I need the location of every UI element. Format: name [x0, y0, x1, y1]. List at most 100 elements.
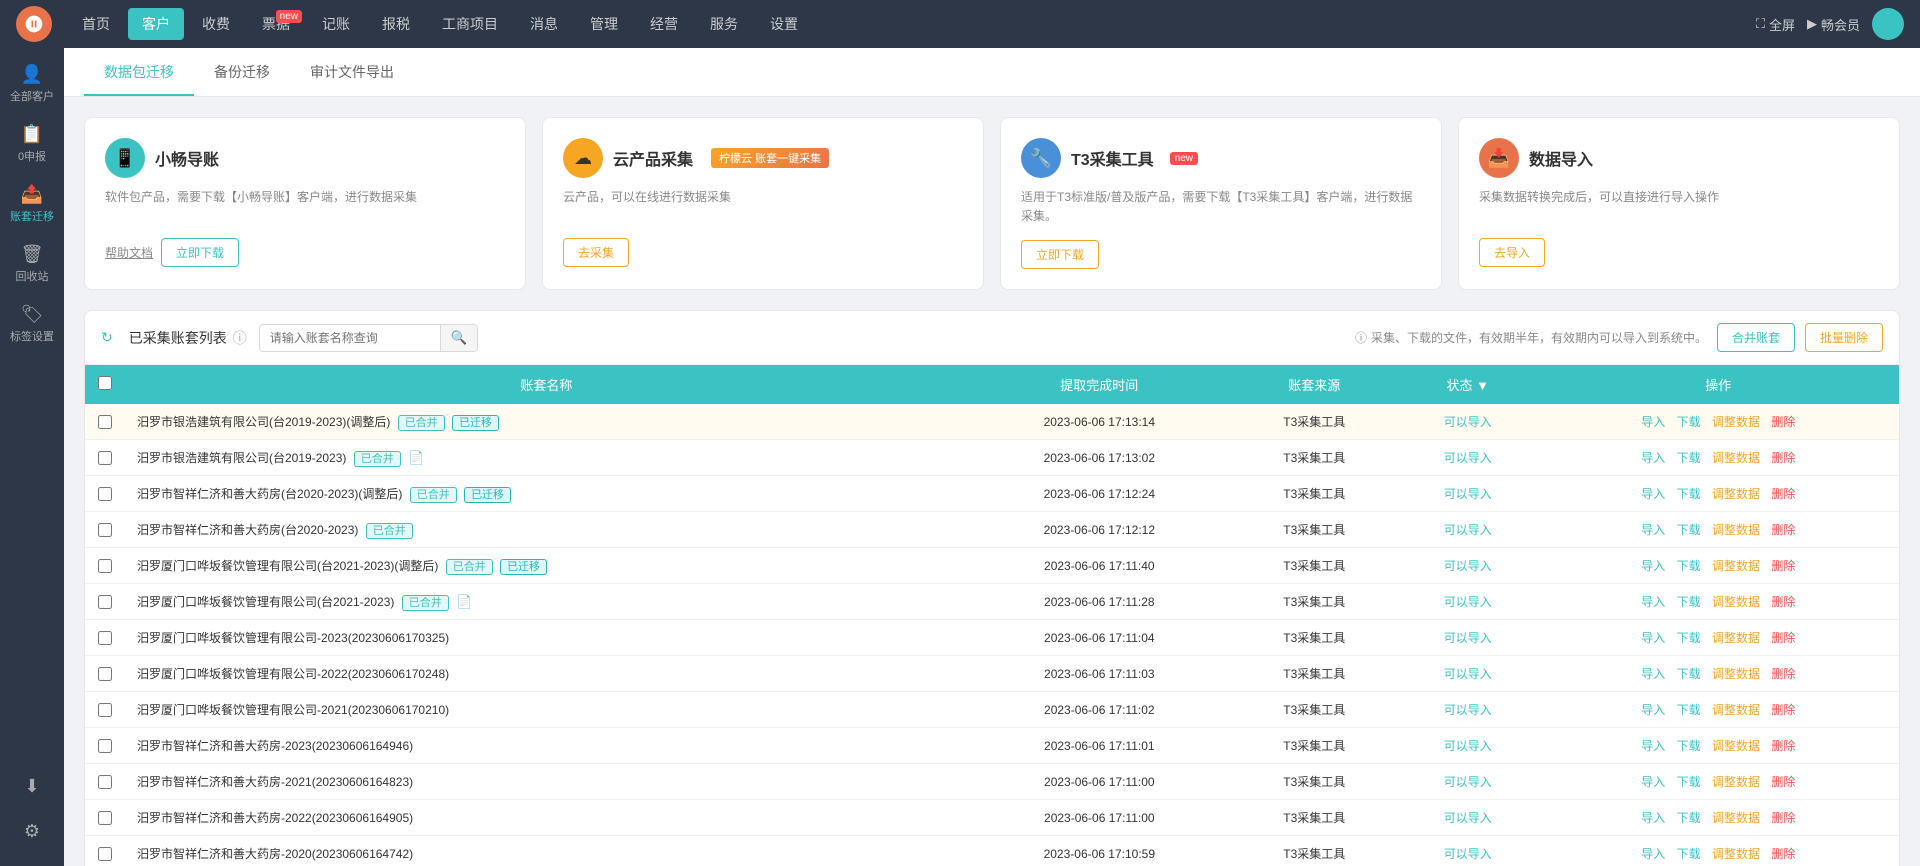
sidebar-item-all-customers[interactable]: 👤 全部客户 — [4, 56, 60, 112]
sidebar-item-zero-report[interactable]: 📋 0申报 — [4, 116, 60, 172]
cloud-collect-button[interactable]: 去采集 — [563, 238, 629, 267]
batch-delete-button[interactable]: 批量删除 — [1805, 323, 1883, 352]
xiaochange-download-button[interactable]: 立即下载 — [161, 238, 239, 267]
row-checkbox[interactable] — [98, 703, 112, 717]
xiaochange-help-link[interactable]: 帮助文档 — [105, 244, 153, 261]
row-import-link[interactable]: 导入 — [1641, 739, 1665, 753]
select-all-header[interactable] — [85, 365, 125, 404]
row-delete-link[interactable]: 删除 — [1771, 631, 1795, 645]
nav-message[interactable]: 消息 — [516, 8, 572, 40]
row-adjust-link[interactable]: 调整数据 — [1712, 595, 1760, 609]
row-checkbox[interactable] — [98, 631, 112, 645]
row-download-link[interactable]: 下载 — [1677, 451, 1701, 465]
row-import-link[interactable]: 导入 — [1641, 451, 1665, 465]
tab-backup-migration[interactable]: 备份迁移 — [194, 48, 290, 96]
row-import-link[interactable]: 导入 — [1641, 559, 1665, 573]
row-import-link[interactable]: 导入 — [1641, 523, 1665, 537]
row-download-link[interactable]: 下载 — [1677, 847, 1701, 861]
row-adjust-link[interactable]: 调整数据 — [1712, 811, 1760, 825]
sidebar-item-tag-settings[interactable]: 🏷 标签设置 — [4, 296, 60, 352]
row-delete-link[interactable]: 删除 — [1771, 667, 1795, 681]
row-adjust-link[interactable]: 调整数据 — [1712, 451, 1760, 465]
row-download-link[interactable]: 下载 — [1677, 775, 1701, 789]
row-checkbox[interactable] — [98, 667, 112, 681]
tab-data-migration[interactable]: 数据包迁移 — [84, 48, 194, 96]
search-input[interactable] — [260, 326, 440, 350]
nav-bookkeeping[interactable]: 记账 — [308, 8, 364, 40]
row-checkbox[interactable] — [98, 595, 112, 609]
nav-business[interactable]: 工商项目 — [428, 8, 512, 40]
row-checkbox[interactable] — [98, 559, 112, 573]
row-import-link[interactable]: 导入 — [1641, 811, 1665, 825]
row-checkbox[interactable] — [98, 523, 112, 537]
row-download-link[interactable]: 下载 — [1677, 595, 1701, 609]
row-adjust-link[interactable]: 调整数据 — [1712, 847, 1760, 861]
fullscreen-button[interactable]: ⛶ 全屏 — [1756, 15, 1795, 34]
nav-operation[interactable]: 经营 — [636, 8, 692, 40]
row-delete-link[interactable]: 删除 — [1771, 811, 1795, 825]
row-delete-link[interactable]: 删除 — [1771, 415, 1795, 429]
search-button[interactable]: 🔍 — [440, 325, 478, 351]
row-adjust-link[interactable]: 调整数据 — [1712, 703, 1760, 717]
row-adjust-link[interactable]: 调整数据 — [1712, 415, 1760, 429]
row-download-link[interactable]: 下载 — [1677, 487, 1701, 501]
dataimport-go-button[interactable]: 去导入 — [1479, 238, 1545, 267]
row-checkbox[interactable] — [98, 739, 112, 753]
nav-manage[interactable]: 管理 — [576, 8, 632, 40]
nav-service[interactable]: 服务 — [696, 8, 752, 40]
sidebar-item-recycle-bin[interactable]: 🗑 回收站 — [4, 236, 60, 292]
row-adjust-link[interactable]: 调整数据 — [1712, 487, 1760, 501]
row-download-link[interactable]: 下载 — [1677, 415, 1701, 429]
row-import-link[interactable]: 导入 — [1641, 415, 1665, 429]
merge-accounts-button[interactable]: 合并账套 — [1717, 323, 1795, 352]
row-import-link[interactable]: 导入 — [1641, 847, 1665, 861]
row-checkbox[interactable] — [98, 487, 112, 501]
row-download-link[interactable]: 下载 — [1677, 631, 1701, 645]
nav-home[interactable]: 首页 — [68, 8, 124, 40]
row-delete-link[interactable]: 删除 — [1771, 847, 1795, 861]
user-avatar[interactable] — [1872, 8, 1904, 40]
row-checkbox[interactable] — [98, 775, 112, 789]
row-import-link[interactable]: 导入 — [1641, 775, 1665, 789]
row-adjust-link[interactable]: 调整数据 — [1712, 631, 1760, 645]
row-delete-link[interactable]: 删除 — [1771, 703, 1795, 717]
row-delete-link[interactable]: 删除 — [1771, 523, 1795, 537]
row-delete-link[interactable]: 删除 — [1771, 559, 1795, 573]
row-checkbox[interactable] — [98, 451, 112, 465]
row-import-link[interactable]: 导入 — [1641, 487, 1665, 501]
row-delete-link[interactable]: 删除 — [1771, 739, 1795, 753]
select-all-checkbox[interactable] — [98, 376, 112, 390]
row-download-link[interactable]: 下载 — [1677, 703, 1701, 717]
nav-invoice[interactable]: 票据 new — [248, 8, 304, 40]
row-download-link[interactable]: 下载 — [1677, 739, 1701, 753]
help-icon[interactable]: ⓘ — [233, 328, 247, 348]
row-adjust-link[interactable]: 调整数据 — [1712, 775, 1760, 789]
nav-settings[interactable]: 设置 — [756, 8, 812, 40]
row-import-link[interactable]: 导入 — [1641, 667, 1665, 681]
row-delete-link[interactable]: 删除 — [1771, 595, 1795, 609]
row-delete-link[interactable]: 删除 — [1771, 775, 1795, 789]
row-import-link[interactable]: 导入 — [1641, 595, 1665, 609]
nav-tax[interactable]: 报税 — [368, 8, 424, 40]
row-adjust-link[interactable]: 调整数据 — [1712, 559, 1760, 573]
nav-customer[interactable]: 客户 — [128, 8, 184, 40]
row-checkbox[interactable] — [98, 811, 112, 825]
app-logo[interactable] — [16, 6, 52, 42]
row-download-link[interactable]: 下载 — [1677, 667, 1701, 681]
member-button[interactable]: ▶ 畅会员 — [1807, 15, 1860, 34]
row-adjust-link[interactable]: 调整数据 — [1712, 667, 1760, 681]
nav-fee[interactable]: 收费 — [188, 8, 244, 40]
row-import-link[interactable]: 导入 — [1641, 703, 1665, 717]
row-download-link[interactable]: 下载 — [1677, 559, 1701, 573]
row-adjust-link[interactable]: 调整数据 — [1712, 523, 1760, 537]
sidebar-download-icon[interactable]: ⬇ — [4, 768, 60, 805]
row-download-link[interactable]: 下载 — [1677, 811, 1701, 825]
row-checkbox[interactable] — [98, 415, 112, 429]
row-adjust-link[interactable]: 调整数据 — [1712, 739, 1760, 753]
row-delete-link[interactable]: 删除 — [1771, 487, 1795, 501]
tab-audit-export[interactable]: 审计文件导出 — [290, 48, 414, 96]
row-delete-link[interactable]: 删除 — [1771, 451, 1795, 465]
row-checkbox[interactable] — [98, 847, 112, 861]
sidebar-settings-icon[interactable]: ⚙ — [4, 813, 60, 850]
row-import-link[interactable]: 导入 — [1641, 631, 1665, 645]
